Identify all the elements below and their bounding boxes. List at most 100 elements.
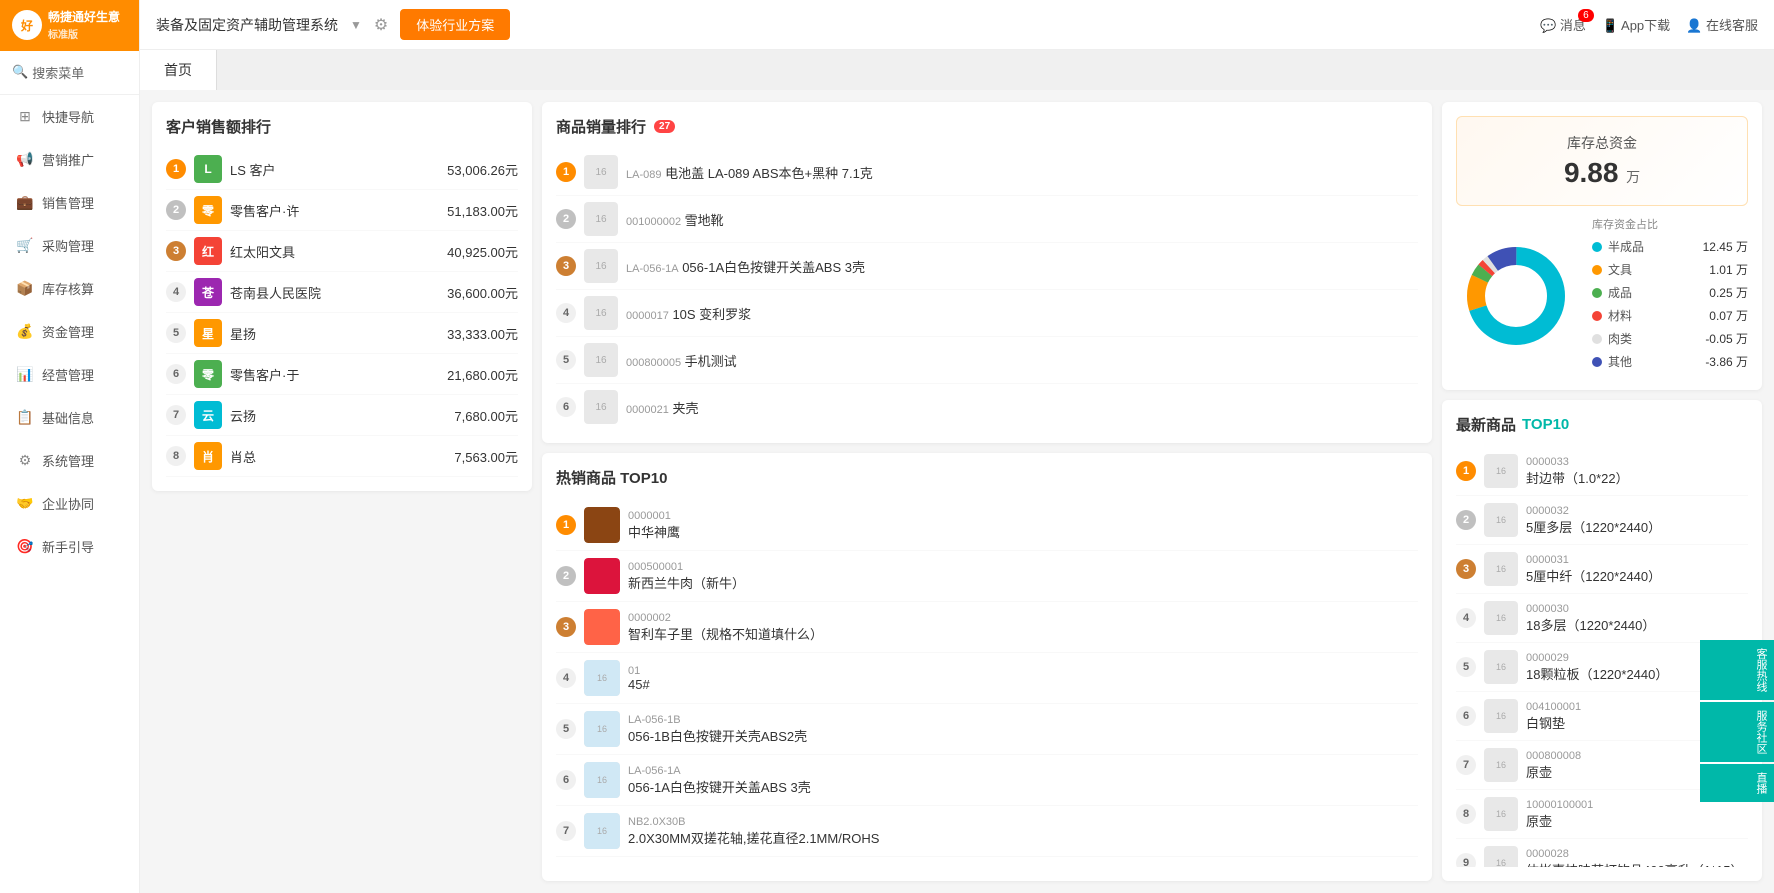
hot-product-item: 3 0000002 智利车子里（规格不知道填什么）: [556, 602, 1418, 653]
service-community-btn[interactable]: 服务社区: [1700, 702, 1774, 762]
hot-product-item: 6 16 LA-056-1A 056-1A白色按键开关盖ABS 3壳: [556, 755, 1418, 806]
hot-product-item: 5 16 LA-056-1B 056-1B白色按键开关壳ABS2壳: [556, 704, 1418, 755]
sidebar-item-new-guide[interactable]: 🎯新手引导: [0, 525, 139, 568]
customer-rank-list: 1 L LS 客户 53,006.26元 2 零 零售客户·许 51,183.0…: [166, 149, 518, 477]
legend-label: 成品: [1608, 284, 1632, 301]
new-product-item: 9 16 0000028 体彬嘉枝味苏打饮品400毫升（1*15）: [1456, 839, 1748, 867]
rank-number: 5: [166, 323, 186, 343]
app-download[interactable]: 📱 App下载: [1602, 15, 1670, 34]
rank-number: 5: [556, 719, 576, 739]
nav-label-base-info: 基础信息: [42, 408, 94, 427]
sidebar-nav: ⊞快捷导航📢营销推广💼销售管理🛒采购管理📦库存核算💰资金管理📊经营管理 📋 基础信息…: [0, 95, 139, 568]
legend-dot: [1592, 265, 1602, 275]
tab-home[interactable]: 首页: [140, 50, 217, 90]
hot-product-name: 45#: [628, 677, 1418, 692]
rank-customer-name: 云扬: [230, 406, 446, 425]
nav-icon-base-info: 📋: [16, 408, 34, 426]
legend-label: 肉类: [1608, 330, 1632, 347]
hot-product-item: 1 0000001 中华神鹰: [556, 500, 1418, 551]
sidebar-item-sales[interactable]: 💼销售管理: [0, 181, 139, 224]
rank-item: 2 零 零售客户·许 51,183.00元: [166, 190, 518, 231]
inventory-value: 9.88: [1564, 157, 1619, 188]
nav-label-operations: 经营管理: [42, 365, 94, 384]
new-product-thumb: 16: [1484, 503, 1518, 537]
nav-icon-quick-nav: ⊞: [16, 107, 34, 125]
hot-product-info: LA-056-1B 056-1B白色按键开关壳ABS2壳: [628, 714, 1418, 745]
middle-column: 商品销量排行 27 1 16 LA-089 电池盖 LA-089 ABS本色+黑…: [542, 102, 1432, 881]
hot-product-item: 2 000500001 新西兰牛肉（新牛）: [556, 551, 1418, 602]
message-badge-container[interactable]: 💬 消息 6: [1540, 15, 1586, 34]
new-product-name: 体彬嘉枝味苏打饮品400毫升（1*15）: [1526, 860, 1748, 868]
new-product-code: 0000032: [1526, 505, 1748, 517]
legend-label: 其他: [1608, 353, 1632, 370]
new-product-thumb: 16: [1484, 748, 1518, 782]
legend-dot: [1592, 288, 1602, 298]
rank-number: 9: [1456, 853, 1476, 867]
hot-product-code: LA-056-1A: [628, 765, 1418, 777]
logo-icon: 好: [12, 10, 42, 40]
rank-number: 6: [556, 770, 576, 790]
nav-icon-marketing: 📢: [16, 150, 34, 168]
cs-hotline-btn[interactable]: 客服热线: [1700, 640, 1774, 700]
rank-avatar: 云: [194, 401, 222, 429]
hot-product-code: 000500001: [628, 561, 1418, 573]
new-product-item: 4 16 0000030 18多层（1220*2440）: [1456, 594, 1748, 643]
legend-value: 0.07 万: [1709, 307, 1748, 324]
rank-product-info: LA-089 电池盖 LA-089 ABS本色+黑种 7.1克: [626, 163, 1418, 182]
nav-icon-sales: 💼: [16, 193, 34, 211]
rank-number: 2: [166, 200, 186, 220]
nav-icon-new-guide: 🎯: [16, 537, 34, 555]
inventory-card: 库存总资金 9.88 万 库存资金占比 半成品 12.45 万 文具 1: [1442, 102, 1762, 390]
online-service[interactable]: 👤 在线客服: [1686, 15, 1758, 34]
sidebar-item-corp-collab[interactable]: 🤝企业协同: [0, 482, 139, 525]
rank-product-info: LA-056-1A 056-1A白色按键开关盖ABS 3壳: [626, 257, 1418, 276]
donut-legend: 库存资金占比 半成品 12.45 万 文具 1.01 万 成品 0.25 万 材…: [1592, 216, 1748, 376]
rank-number: 3: [1456, 559, 1476, 579]
new-product-info: 10000100001 原壶: [1526, 799, 1748, 830]
customer-ranking-title: 客户销售额排行: [166, 116, 518, 137]
rank-number: 8: [166, 446, 186, 466]
sidebar-item-inventory[interactable]: 📦库存核算: [0, 267, 139, 310]
product-rank-item: 5 16 000800005 手机测试: [556, 337, 1418, 384]
trial-btn[interactable]: 体验行业方案: [400, 9, 510, 40]
hot-thumb: [584, 609, 620, 645]
sidebar-item-operations[interactable]: 📊经营管理: [0, 353, 139, 396]
legend-dot: [1592, 357, 1602, 367]
gear-icon[interactable]: ⚙: [374, 15, 388, 35]
hot-product-name: 中华神鹰: [628, 522, 1418, 541]
system-dropdown-icon[interactable]: ▼: [350, 18, 362, 32]
legend-dot: [1592, 334, 1602, 344]
legend-item: 肉类 -0.05 万: [1592, 330, 1748, 347]
hot-thumb: [584, 558, 620, 594]
sidebar-item-marketing[interactable]: 📢营销推广: [0, 138, 139, 181]
legend-item: 半成品 12.45 万: [1592, 238, 1748, 255]
new-product-info: 0000031 5厘中纤（1220*2440）: [1526, 554, 1748, 585]
new-product-thumb: 16: [1484, 454, 1518, 488]
rank-customer-value: 7,563.00元: [454, 447, 518, 466]
rank-customer-name: 肖总: [230, 447, 446, 466]
product-ranking-card: 商品销量排行 27 1 16 LA-089 电池盖 LA-089 ABS本色+黑…: [542, 102, 1432, 443]
legend-label: 文具: [1608, 261, 1632, 278]
sidebar-item-base-info[interactable]: 📋 基础信息: [0, 396, 139, 439]
donut-container: 库存资金占比 半成品 12.45 万 文具 1.01 万 成品 0.25 万 材…: [1456, 216, 1748, 376]
search-icon: 🔍: [12, 64, 28, 80]
inventory-unit: 万: [1626, 169, 1640, 185]
sidebar-item-finance[interactable]: 💰资金管理: [0, 310, 139, 353]
new-product-thumb: 16: [1484, 797, 1518, 831]
rank-number: 2: [556, 566, 576, 586]
hot-product-name: 新西兰牛肉（新牛）: [628, 573, 1418, 592]
content-tabs: 首页: [140, 50, 1774, 90]
legend-label: 半成品: [1608, 238, 1644, 255]
direct-line-btn[interactable]: 直播: [1700, 764, 1774, 802]
legend-dot: [1592, 311, 1602, 321]
search-menu-btn[interactable]: 🔍 搜索菜单: [12, 59, 127, 86]
rank-number: 5: [556, 350, 576, 370]
message-icon: 💬: [1540, 18, 1556, 33]
sidebar-item-sys-mgmt[interactable]: ⚙系统管理: [0, 439, 139, 482]
legend-value: 12.45 万: [1703, 238, 1748, 255]
rank-product-info: 001000002 雪地靴: [626, 210, 1418, 229]
sidebar-item-purchase[interactable]: 🛒采购管理: [0, 224, 139, 267]
new-product-info: 0000030 18多层（1220*2440）: [1526, 603, 1748, 634]
sidebar-item-quick-nav[interactable]: ⊞快捷导航: [0, 95, 139, 138]
rank-number: 6: [166, 364, 186, 384]
